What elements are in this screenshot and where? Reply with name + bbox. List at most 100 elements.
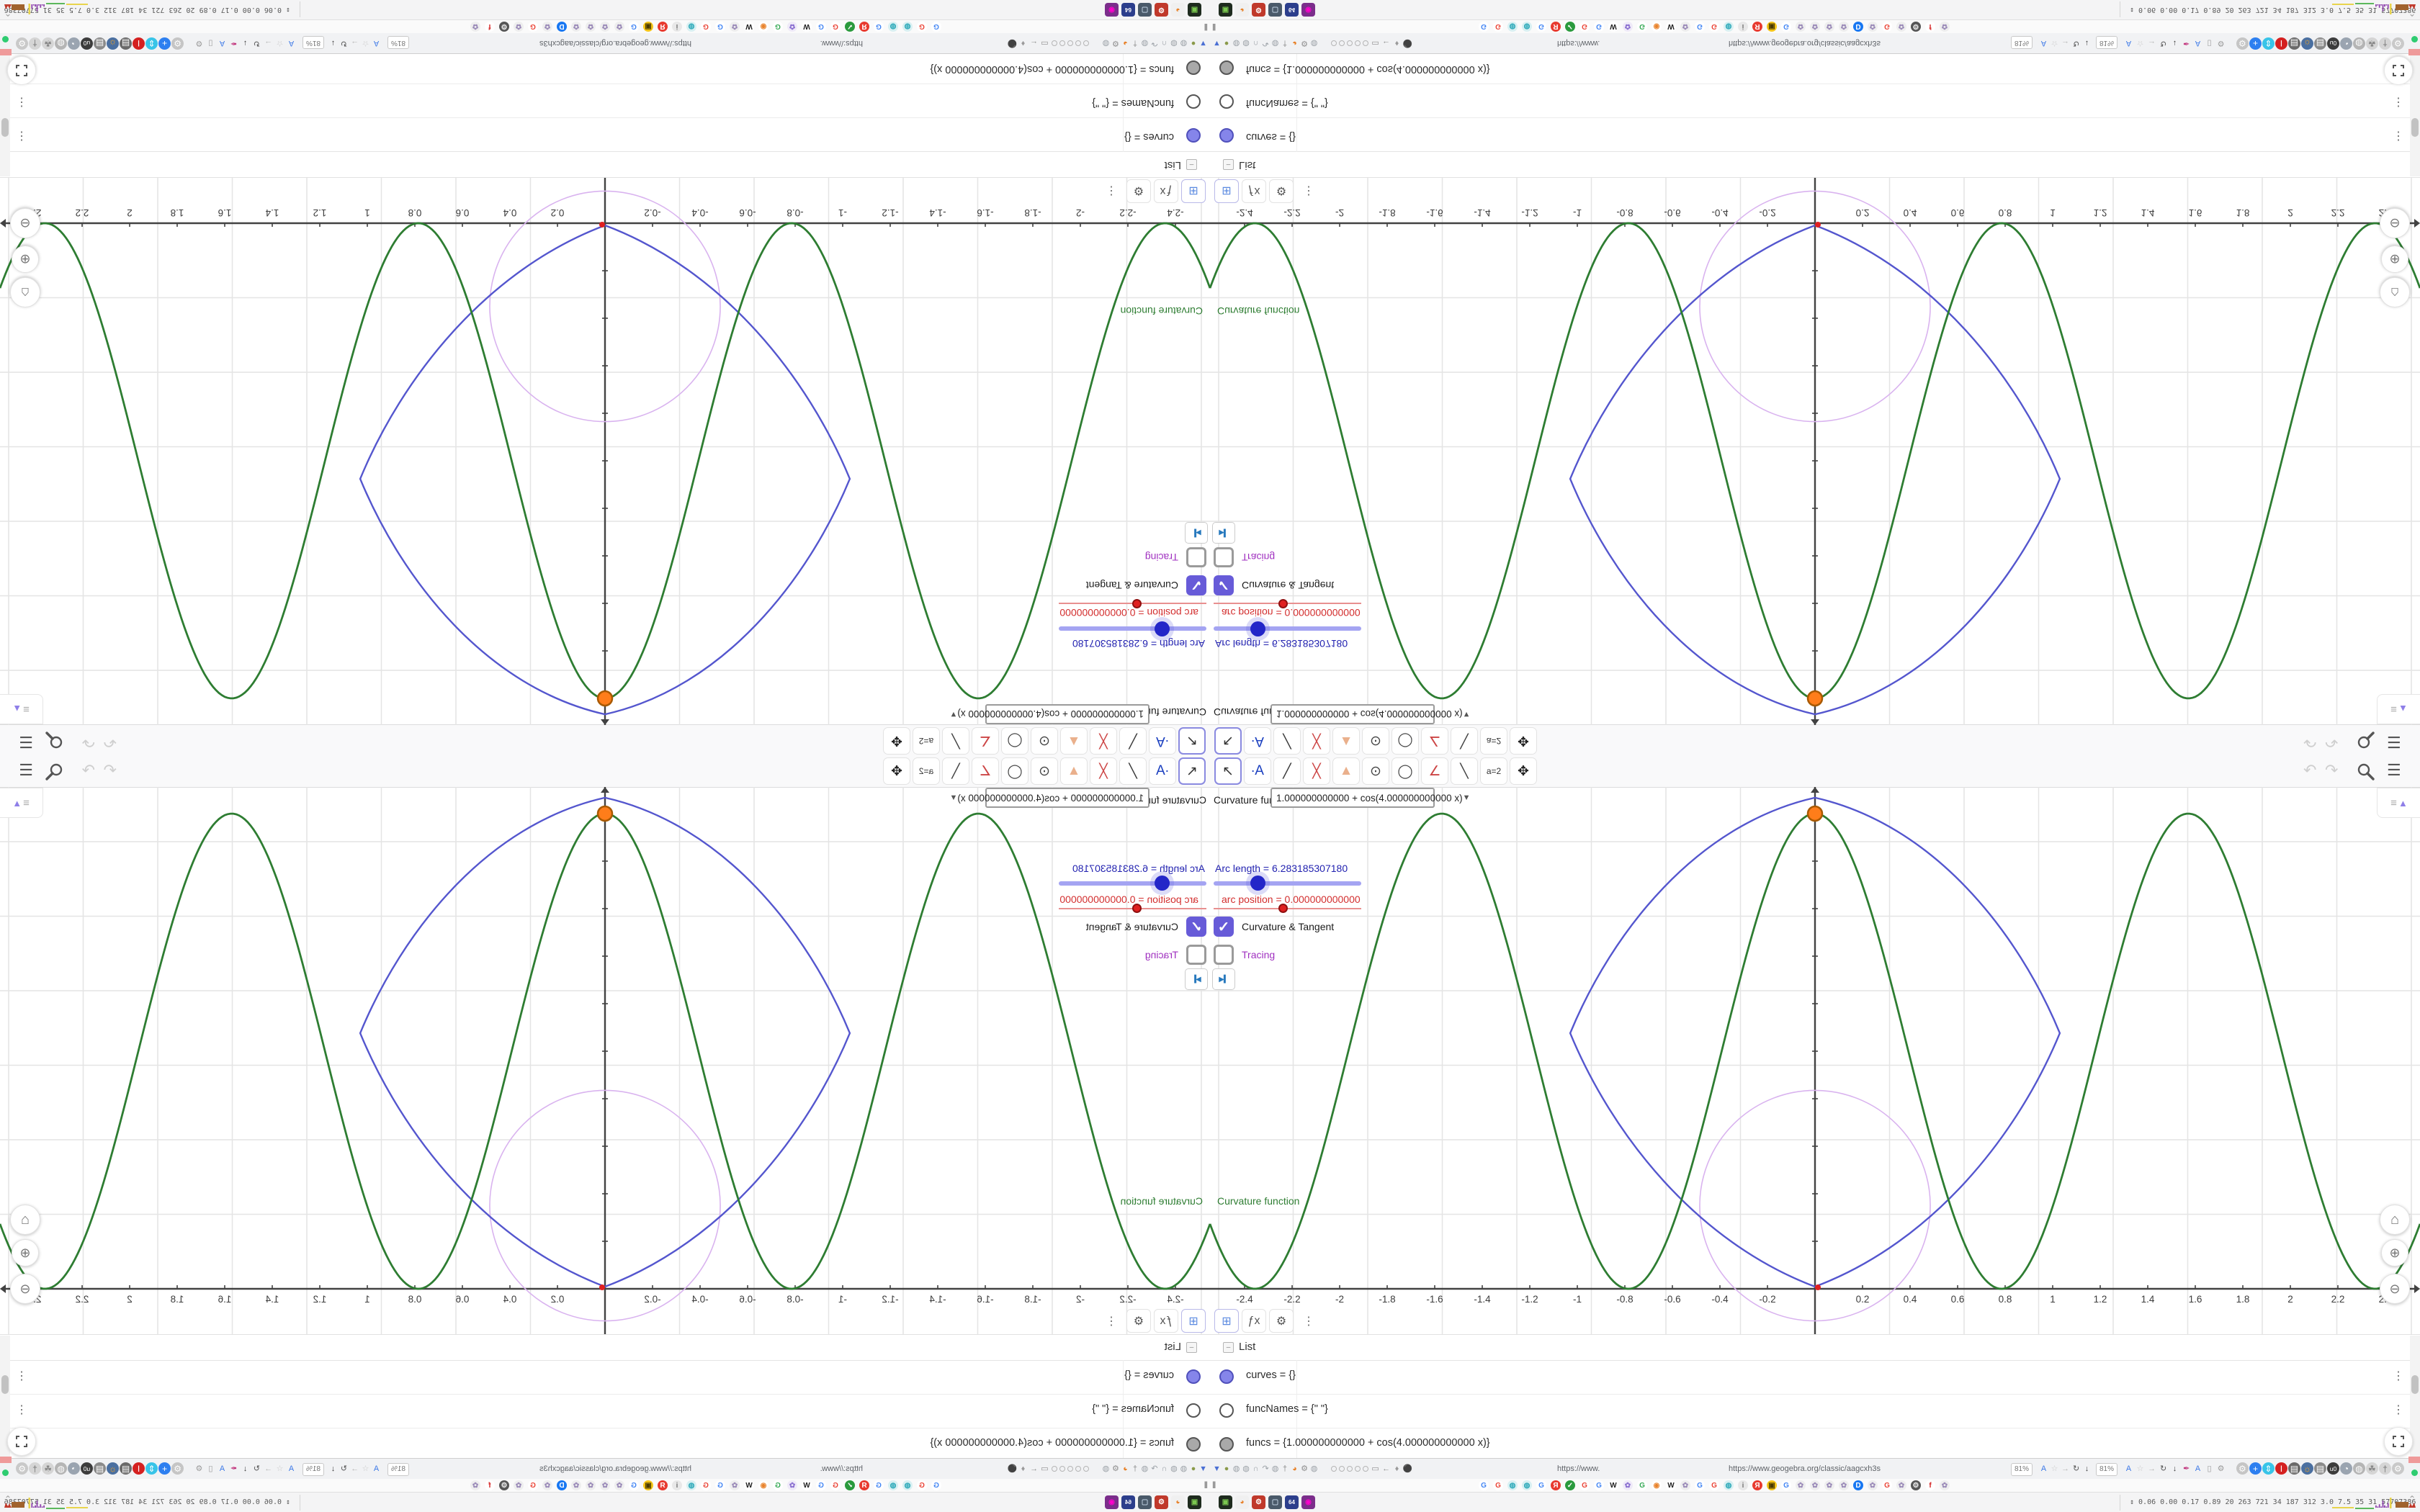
shield-clock-icon[interactable]: ◔: [2340, 37, 2352, 50]
visibility-toggle[interactable]: [1219, 1403, 1234, 1418]
bookmark-favicon[interactable]: G: [1493, 1480, 1503, 1490]
forward-arrow-icon[interactable]: →: [2060, 38, 2071, 49]
shield-clock-icon[interactable]: ◔: [2340, 1462, 2352, 1475]
star-icon[interactable]: ☆: [2135, 1463, 2146, 1474]
reload-icon[interactable]: ↻: [2158, 1463, 2169, 1474]
gear-icon[interactable]: ⚙: [171, 37, 184, 50]
tray-collapse-icon[interactable]: ⌃: [4, 8, 12, 18]
slider-tool-icon[interactable]: a=2: [913, 757, 940, 785]
bookmark-favicon[interactable]: G: [629, 1480, 639, 1490]
arc-length-slider[interactable]: [1059, 881, 1206, 886]
star-icon[interactable]: ☆: [2135, 38, 2146, 49]
bookmark-favicon[interactable]: ✿: [542, 1480, 552, 1490]
polygon-tool-icon[interactable]: ▲: [1060, 727, 1088, 755]
bookmark-favicon[interactable]: ✿: [1896, 1480, 1906, 1490]
settings-app-icon[interactable]: ⚙: [1252, 1495, 1265, 1509]
globe-icon[interactable]: ◍: [1139, 38, 1150, 49]
fullscreen-button[interactable]: [2384, 1427, 2413, 1456]
visibility-toggle[interactable]: [1219, 60, 1234, 75]
bookmark-favicon[interactable]: ✿: [1868, 1480, 1878, 1490]
angle-tool-icon[interactable]: ∠: [1421, 757, 1448, 785]
bookmark-favicon[interactable]: ◍: [686, 1480, 696, 1490]
pan-view-tool-icon[interactable]: ✥: [883, 727, 910, 755]
bookmark-favicon[interactable]: D: [1853, 1480, 1863, 1490]
bookmark-favicon[interactable]: ▣: [643, 1480, 653, 1490]
globe-icon[interactable]: ◍: [1139, 1463, 1150, 1474]
location-pin-icon[interactable]: ▼: [1198, 1463, 1209, 1474]
more-menu-button[interactable]: ⋮: [1296, 1309, 1321, 1333]
pan-view-tool-icon[interactable]: ✥: [883, 757, 910, 785]
zoom-level-badge[interactable]: 81%: [2096, 1463, 2118, 1476]
visibility-toggle[interactable]: [1186, 1403, 1201, 1418]
trash-icon[interactable]: ▤: [120, 1462, 132, 1475]
globe-gray-icon[interactable]: ◍: [55, 37, 67, 50]
arc-position-slider-knob[interactable]: [1278, 599, 1288, 608]
globe-orange-icon[interactable]: ☼: [2301, 37, 2313, 50]
globe-icon[interactable]: ◍: [1309, 1463, 1319, 1474]
bookmark-favicon[interactable]: ✓: [1565, 22, 1575, 32]
bookmark-favicon[interactable]: G: [917, 22, 927, 32]
mouse-icon[interactable]: ▯: [2204, 1463, 2215, 1474]
globe-icon[interactable]: ◍: [1101, 38, 1111, 49]
headphones-icon[interactable]: ∩: [1250, 1463, 1261, 1474]
gear-icon[interactable]: ⚙: [2236, 37, 2249, 50]
trash-shield-icon[interactable]: ▤: [94, 37, 106, 50]
terminal-app-icon[interactable]: ▣: [1219, 3, 1232, 17]
uo-badge-icon[interactable]: u0: [81, 1462, 93, 1475]
bookmark-favicon[interactable]: ✿: [1810, 1480, 1820, 1490]
bookmark-favicon[interactable]: ✿: [1796, 22, 1806, 32]
shield-icon[interactable]: ♦: [1392, 38, 1402, 49]
floppy64-app-icon[interactable]: 64: [1121, 1495, 1135, 1509]
reload-icon[interactable]: ↻: [339, 1463, 349, 1474]
undo-icon[interactable]: ↶: [104, 760, 117, 780]
zoom-in-button[interactable]: ⊕: [2381, 246, 2408, 273]
bookmark-favicon[interactable]: ◍: [1507, 1480, 1518, 1490]
forward-arrow-icon[interactable]: →: [349, 1463, 360, 1474]
globe-icon[interactable]: ◍: [1309, 38, 1319, 49]
bookmark-favicon[interactable]: ✿: [1680, 1480, 1690, 1490]
firefox-app-icon[interactable]: ◕: [1171, 3, 1185, 17]
ice-badge-icon[interactable]: I: [2275, 37, 2287, 50]
floppy64-app-icon[interactable]: 64: [1285, 1495, 1299, 1509]
globe-icon[interactable]: ◍: [1178, 1463, 1189, 1474]
more-menu-button[interactable]: ⋮: [1296, 179, 1321, 203]
pan-view-tool-icon[interactable]: ✥: [1510, 727, 1537, 755]
bookmark-favicon[interactable]: W: [744, 22, 754, 32]
zoom-level-badge[interactable]: 81%: [2011, 1463, 2033, 1476]
translate-icon[interactable]: A: [286, 38, 297, 49]
bookmark-favicon[interactable]: i: [1738, 1480, 1748, 1490]
trash-shield-icon[interactable]: ▤: [94, 1462, 106, 1475]
function-list-button[interactable]: ƒx: [1154, 179, 1178, 203]
move-tool-icon[interactable]: ↖: [1178, 757, 1206, 785]
tray-collapse-icon[interactable]: ⌃: [4, 1494, 12, 1504]
bookmark-favicon[interactable]: ✿: [470, 22, 480, 32]
bookmark-favicon[interactable]: G: [1594, 1480, 1604, 1490]
settings-gear-button[interactable]: ⚙: [1126, 1309, 1151, 1333]
arc-length-slider-knob[interactable]: [1250, 876, 1265, 891]
forward-arrow-icon[interactable]: →: [263, 1463, 274, 1474]
visibility-toggle[interactable]: [1186, 128, 1201, 143]
bookmark-favicon[interactable]: G: [1536, 22, 1546, 32]
badge-icon[interactable]: ●: [1188, 1463, 1199, 1474]
zoom-in-button[interactable]: ⊕: [12, 246, 39, 273]
graphics-stylebar-button[interactable]: ≡ ▲: [0, 694, 43, 724]
bookmark-favicon[interactable]: Я: [658, 22, 668, 32]
fullscreen-button[interactable]: [7, 1427, 36, 1456]
settings-gear-button[interactable]: ⚙: [1269, 179, 1294, 203]
back-arrow-icon[interactable]: ←: [1381, 38, 1392, 49]
bookmark-favicon[interactable]: ◍: [888, 22, 898, 32]
gear-icon[interactable]: ⚙: [194, 1463, 205, 1474]
move-tool-icon[interactable]: ↖: [1214, 727, 1242, 755]
globe-icon[interactable]: ◍: [1231, 38, 1242, 49]
arc-position-slider-knob[interactable]: [1132, 904, 1142, 913]
reflect-tool-icon[interactable]: ╲: [1451, 727, 1478, 755]
arc-position-slider-knob[interactable]: [1132, 599, 1142, 608]
reload-icon[interactable]: ↻: [251, 1463, 262, 1474]
bookmark-favicon[interactable]: ✿: [1824, 22, 1834, 32]
download-icon[interactable]: ↓: [2081, 1463, 2092, 1474]
firefox-app-icon[interactable]: ◕: [1171, 1495, 1185, 1509]
function-select[interactable]: 1.000000000000 + cos(4.000000000000 x) ▼: [1270, 704, 1471, 724]
line-tool-icon[interactable]: ╱: [1119, 727, 1147, 755]
bookmark-favicon[interactable]: G: [1781, 1480, 1791, 1490]
gear-icon[interactable]: ⚙: [171, 1462, 184, 1475]
